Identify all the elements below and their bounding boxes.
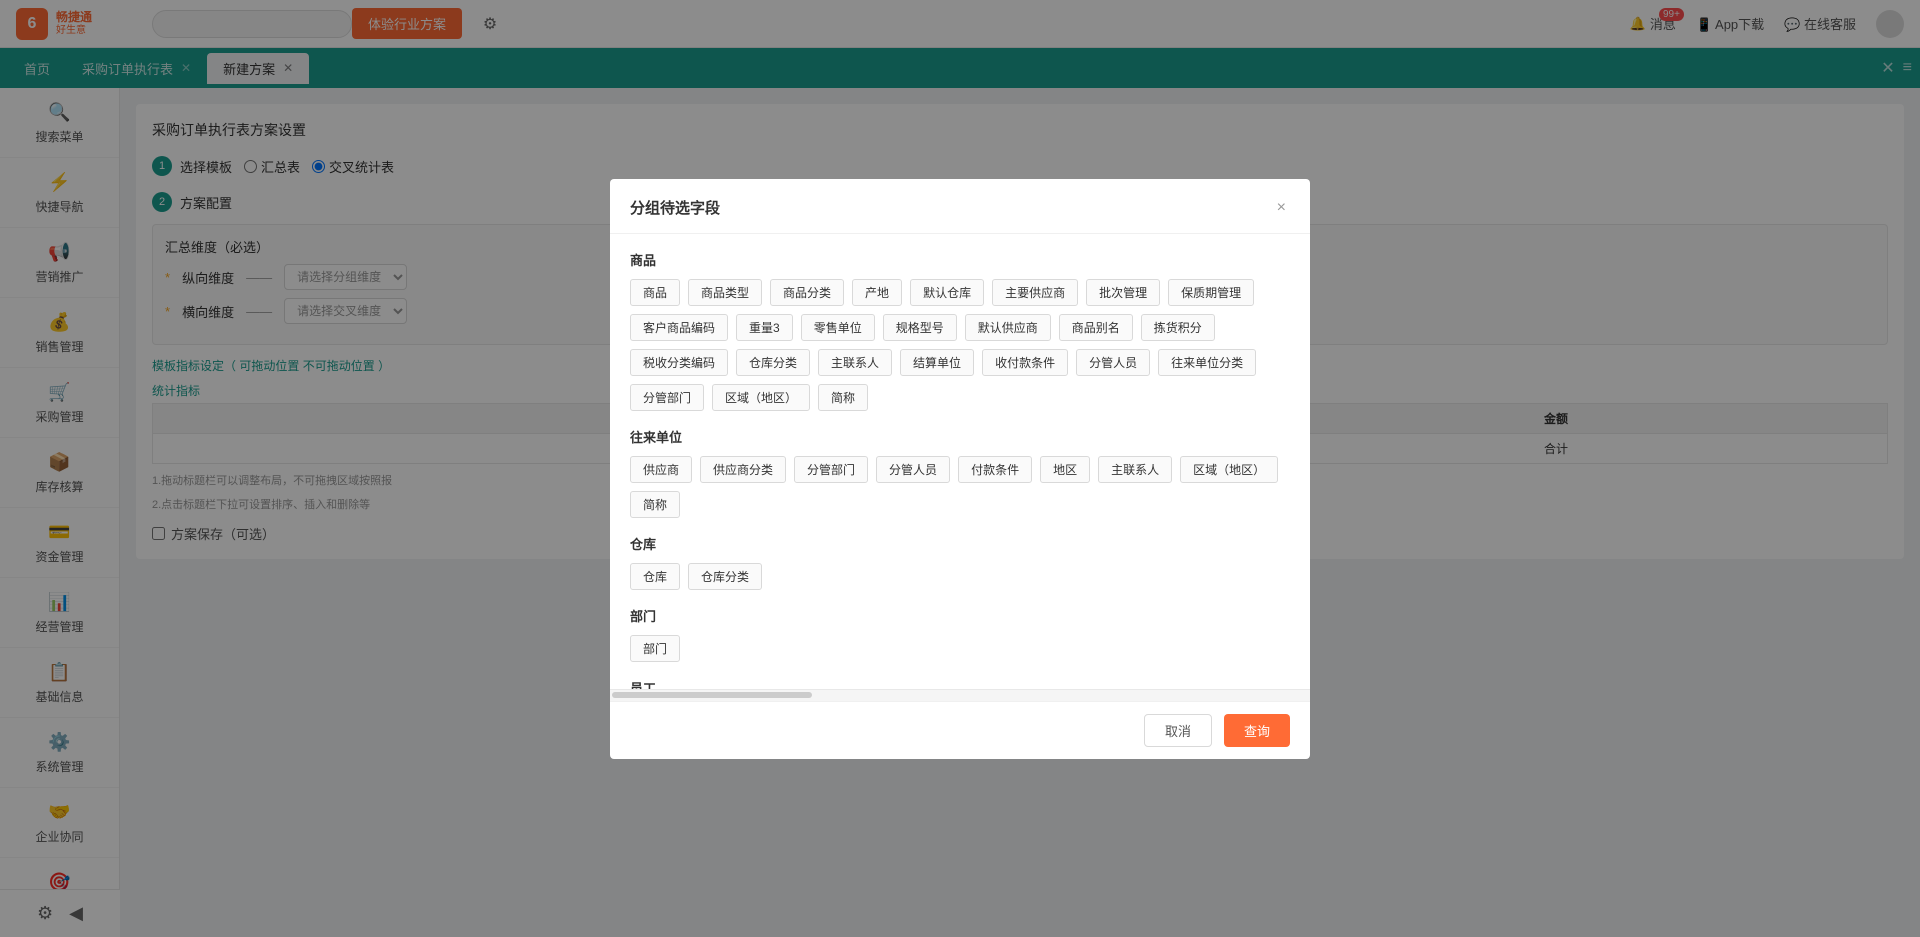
field-group-employee-title: 员工 [630, 678, 1290, 689]
field-tag[interactable]: 主联系人 [1098, 456, 1172, 483]
field-tag[interactable]: 供应商分类 [700, 456, 786, 483]
field-tag[interactable]: 结算单位 [900, 349, 974, 376]
field-tag[interactable]: 规格型号 [883, 314, 957, 341]
modal-header: 分组待选字段 × [610, 179, 1310, 234]
field-tag[interactable]: 产地 [852, 279, 902, 306]
modal-title: 分组待选字段 [630, 197, 720, 218]
fields-grid-partner: 供应商 供应商分类 分管部门 分管人员 付款条件 地区 主联系人 区域（地区） … [630, 456, 1290, 518]
modal-overlay[interactable]: 分组待选字段 × 商品 商品 商品类型 商品分类 产地 默认仓库 主要供应商 批… [0, 0, 1920, 937]
field-tag[interactable]: 分管部门 [794, 456, 868, 483]
field-group-product-title: 商品 [630, 250, 1290, 269]
field-tag[interactable]: 仓库 [630, 563, 680, 590]
field-tag[interactable]: 地区 [1040, 456, 1090, 483]
field-tag[interactable]: 往来单位分类 [1158, 349, 1256, 376]
field-tag[interactable]: 仓库分类 [688, 563, 762, 590]
field-tag[interactable]: 商品分类 [770, 279, 844, 306]
field-tag[interactable]: 付款条件 [958, 456, 1032, 483]
field-tag[interactable]: 重量3 [736, 314, 793, 341]
field-tag[interactable]: 零售单位 [801, 314, 875, 341]
field-tag[interactable]: 税收分类编码 [630, 349, 728, 376]
modal-field-select: 分组待选字段 × 商品 商品 商品类型 商品分类 产地 默认仓库 主要供应商 批… [610, 179, 1310, 759]
field-tag[interactable]: 商品 [630, 279, 680, 306]
field-tag[interactable]: 分管人员 [1076, 349, 1150, 376]
field-tag[interactable]: 批次管理 [1086, 279, 1160, 306]
field-group-warehouse-title: 仓库 [630, 534, 1290, 553]
field-tag[interactable]: 简称 [818, 384, 868, 411]
field-group-partner: 往来单位 供应商 供应商分类 分管部门 分管人员 付款条件 地区 主联系人 区域… [630, 427, 1290, 518]
modal-footer: 取消 查询 [610, 701, 1310, 759]
modal-scroll-thumb [612, 692, 812, 698]
fields-grid-warehouse: 仓库 仓库分类 [630, 563, 1290, 590]
field-group-employee: 员工 业务员 [630, 678, 1290, 689]
field-tag[interactable]: 默认供应商 [965, 314, 1051, 341]
modal-body: 商品 商品 商品类型 商品分类 产地 默认仓库 主要供应商 批次管理 保质期管理… [610, 234, 1310, 689]
field-group-product: 商品 商品 商品类型 商品分类 产地 默认仓库 主要供应商 批次管理 保质期管理… [630, 250, 1290, 411]
modal-scrollbar[interactable] [610, 689, 1310, 701]
field-tag[interactable]: 主联系人 [818, 349, 892, 376]
field-tag[interactable]: 仓库分类 [736, 349, 810, 376]
field-tag[interactable]: 供应商 [630, 456, 692, 483]
field-group-dept: 部门 部门 [630, 606, 1290, 662]
field-tag[interactable]: 默认仓库 [910, 279, 984, 306]
field-tag[interactable]: 部门 [630, 635, 680, 662]
field-tag[interactable]: 简称 [630, 491, 680, 518]
confirm-button[interactable]: 查询 [1224, 714, 1290, 747]
cancel-button[interactable]: 取消 [1144, 714, 1212, 747]
modal-close-btn[interactable]: × [1273, 195, 1290, 221]
field-tag[interactable]: 商品类型 [688, 279, 762, 306]
field-tag[interactable]: 区域（地区） [1180, 456, 1278, 483]
field-tag[interactable]: 拣货积分 [1141, 314, 1215, 341]
field-tag[interactable]: 分管人员 [876, 456, 950, 483]
field-group-dept-title: 部门 [630, 606, 1290, 625]
field-group-partner-title: 往来单位 [630, 427, 1290, 446]
field-group-warehouse: 仓库 仓库 仓库分类 [630, 534, 1290, 590]
field-tag[interactable]: 客户商品编码 [630, 314, 728, 341]
field-tag[interactable]: 商品别名 [1059, 314, 1133, 341]
fields-grid-dept: 部门 [630, 635, 1290, 662]
field-tag[interactable]: 收付款条件 [982, 349, 1068, 376]
field-tag[interactable]: 分管部门 [630, 384, 704, 411]
field-tag[interactable]: 主要供应商 [992, 279, 1078, 306]
field-tag[interactable]: 保质期管理 [1168, 279, 1254, 306]
fields-grid-product: 商品 商品类型 商品分类 产地 默认仓库 主要供应商 批次管理 保质期管理 客户… [630, 279, 1290, 411]
field-tag[interactable]: 区域（地区） [712, 384, 810, 411]
